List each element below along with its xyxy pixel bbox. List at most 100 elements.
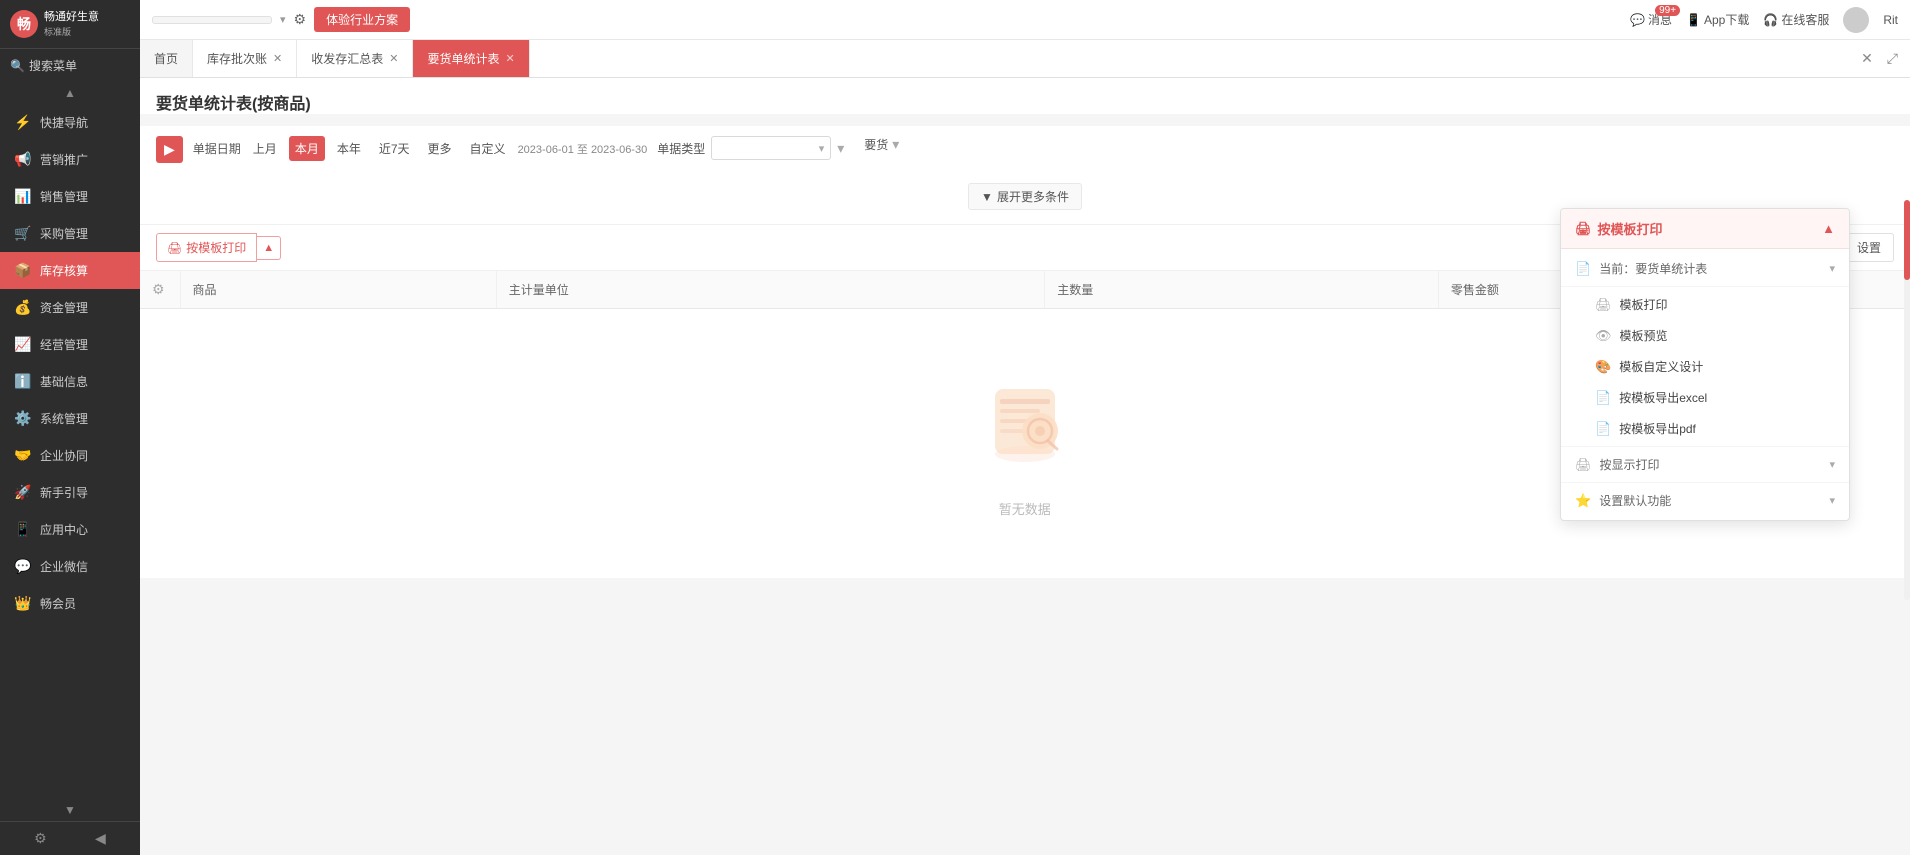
message-btn[interactable]: 💬 消息 99+ [1630,11,1672,28]
tab-home[interactable]: 首页 [140,40,193,77]
tab-batch-inventory[interactable]: 库存批次账 ✕ [193,40,297,77]
date-btn-last-month[interactable]: 上月 [247,136,283,161]
date-btn-this-month[interactable]: 本月 [289,136,325,161]
date-btn-7days[interactable]: 近7天 [373,136,416,161]
tab-maximize-btn[interactable]: ⤢ [1883,48,1902,69]
sidebar-item-quick-nav[interactable]: ⚡ 快捷导航 [0,104,140,141]
type-select-wrap [711,136,831,160]
sidebar-item-system[interactable]: ⚙️ 系统管理 [0,400,140,437]
purchase-icon: 🛒 [14,225,32,242]
search-icon: 🔍 [10,59,25,73]
sidebar-item-marketing[interactable]: 📢 营销推广 [0,141,140,178]
online-service-btn[interactable]: 🎧 在线客服 [1763,11,1829,28]
empty-text: 暂无数据 [999,499,1051,518]
tab-receivables-summary[interactable]: 收发存汇总表 ✕ [297,40,413,77]
system-icon: ⚙️ [14,410,32,427]
date-filter-group: 单据日期 上月 本月 本年 近7天 更多 自定义 2023-06-01 至 20… [193,136,647,161]
empty-illustration [975,369,1075,491]
date-btn-custom[interactable]: 自定义 [464,136,512,161]
tabbar-right: ✕ ⤢ [1849,40,1910,77]
sidebar-item-apps[interactable]: 📱 应用中心 [0,511,140,548]
template-export-excel-item[interactable]: 📄 按模板导出excel [1561,382,1849,413]
printer-header-icon: 🖨 [1575,221,1592,237]
yaohuodan-dropdown[interactable]: ▾ [892,136,899,153]
user-avatar[interactable] [1843,7,1869,33]
display-print-section[interactable]: 🖨 按显示打印 ▾ [1561,449,1849,480]
sidebar-nav: ⚡ 快捷导航 📢 营销推广 📊 销售管理 🛒 采购管理 📦 库存核算 💰 资金管… [0,104,140,799]
sidebar-scroll-up[interactable]: ▲ [0,82,140,104]
table-col-qty: 主数量 [1045,271,1439,309]
print-dropdown-title: 🖨 按模板打印 [1575,219,1663,238]
topbar-chevron-icon[interactable]: ▾ [280,13,286,26]
template-preview-item[interactable]: 👁 模板预览 [1561,320,1849,351]
set-default-icon: ⭐ [1575,493,1591,509]
sidebar-item-vip[interactable]: 👑 畅会员 [0,585,140,622]
sidebar-item-collab[interactable]: 🤝 企业协同 [0,437,140,474]
table-settings-icon[interactable]: ⚙ [152,281,165,297]
print-dropdown-collapse-btn[interactable]: ▲ [1822,221,1835,236]
topbar: ▾ ⚙ 体验行业方案 💬 消息 99+ 📱 App下载 🎧 在线客服 Rit [140,0,1910,40]
export-excel-icon: 📄 [1595,390,1611,406]
sidebar-item-purchase[interactable]: 🛒 采购管理 [0,215,140,252]
operations-icon: 📈 [14,336,32,353]
current-template-section[interactable]: 📄 当前：要货单统计表 ▾ [1561,253,1849,284]
tab-close-order-stats[interactable]: ✕ [506,52,515,65]
current-template-icon: 📄 [1575,261,1591,277]
inventory-icon: 📦 [14,262,32,279]
page-title: 要货单统计表(按商品) [156,90,1894,114]
template-design-icon: 🎨 [1595,359,1611,375]
topbar-settings-icon[interactable]: ⚙ [294,11,307,28]
marketing-icon: 📢 [14,151,32,168]
template-print-item[interactable]: 🖨 模板打印 [1561,289,1849,320]
sidebar-item-guide[interactable]: 🚀 新手引导 [0,474,140,511]
type-select-arrow[interactable]: ▾ [837,140,844,157]
template-design-item[interactable]: 🎨 模板自定义设计 [1561,351,1849,382]
tabbar: 首页 库存批次账 ✕ 收发存汇总表 ✕ 要货单统计表 ✕ ✕ ⤢ [140,40,1910,78]
tab-order-stats[interactable]: 要货单统计表 ✕ [413,40,529,77]
tab-close-receivables-summary[interactable]: ✕ [389,52,398,65]
right-scrollbar-thumb[interactable] [1904,200,1910,280]
tab-close-all-btn[interactable]: ✕ [1857,48,1877,69]
date-label: 单据日期 [193,140,241,157]
yaohuodan-filter-group: 要货 ▾ [864,136,899,153]
print-dropdown-header: 🖨 按模板打印 ▲ [1561,209,1849,249]
type-select[interactable] [711,136,831,160]
sidebar-logo: 畅 畅通好生意 标准版 [0,0,140,49]
printer-icon: 🖨 [167,241,182,255]
sidebar-collapse-btn[interactable]: ◀ [95,830,106,847]
sidebar-item-basic[interactable]: ℹ️ 基础信息 [0,363,140,400]
sidebar-search[interactable]: 🔍 搜索菜单 [0,49,140,82]
sidebar-item-sales[interactable]: 📊 销售管理 [0,178,140,215]
app-download-btn[interactable]: 📱 App下载 [1686,11,1749,28]
trial-btn[interactable]: 体验行业方案 [314,7,410,32]
table-col-settings: ⚙ [140,271,180,309]
template-export-pdf-item[interactable]: 📄 按模板导出pdf [1561,413,1849,444]
app-logo-icon: 畅 [10,10,38,38]
sidebar-scroll-down[interactable]: ▼ [0,799,140,821]
tab-close-batch-inventory[interactable]: ✕ [273,52,282,65]
sidebar-item-inventory[interactable]: 📦 库存核算 [0,252,140,289]
topbar-search-input[interactable] [152,16,272,24]
table-col-unit: 主计量单位 [496,271,1045,309]
type-filter-group: 单据类型 ▾ [657,136,844,160]
set-default-section[interactable]: ⭐ 设置默认功能 ▾ [1561,485,1849,516]
print-dropdown: 🖨 按模板打印 ▲ 📄 当前：要货单统计表 ▾ 🖨 [1560,208,1850,521]
export-pdf-icon: 📄 [1595,421,1611,437]
sidebar-bottom: ⚙ ◀ [0,821,140,855]
print-dropdown-arrow-btn[interactable]: ▲ [257,236,281,260]
sidebar-settings-btn[interactable]: ⚙ [34,830,47,847]
sidebar-item-operations[interactable]: 📈 经营管理 [0,326,140,363]
date-btn-more[interactable]: 更多 [422,136,458,161]
vip-icon: 👑 [14,595,32,612]
template-preview-icon: 👁 [1595,328,1612,344]
date-btn-this-year[interactable]: 本年 [331,136,367,161]
sidebar-item-finance[interactable]: 💰 资金管理 [0,289,140,326]
app-download-icon: 📱 [1686,13,1701,27]
print-btn[interactable]: 🖨 按模板打印 [156,233,257,262]
expand-more-btn[interactable]: ▼ 展开更多条件 [968,183,1082,210]
settings-btn[interactable]: 设置 [1844,233,1894,262]
sidebar-item-wechat[interactable]: 💬 企业微信 [0,548,140,585]
type-label: 单据类型 [657,140,705,157]
message-icon: 💬 [1630,13,1645,27]
filter-toggle-btn[interactable]: ▶ [156,136,183,163]
